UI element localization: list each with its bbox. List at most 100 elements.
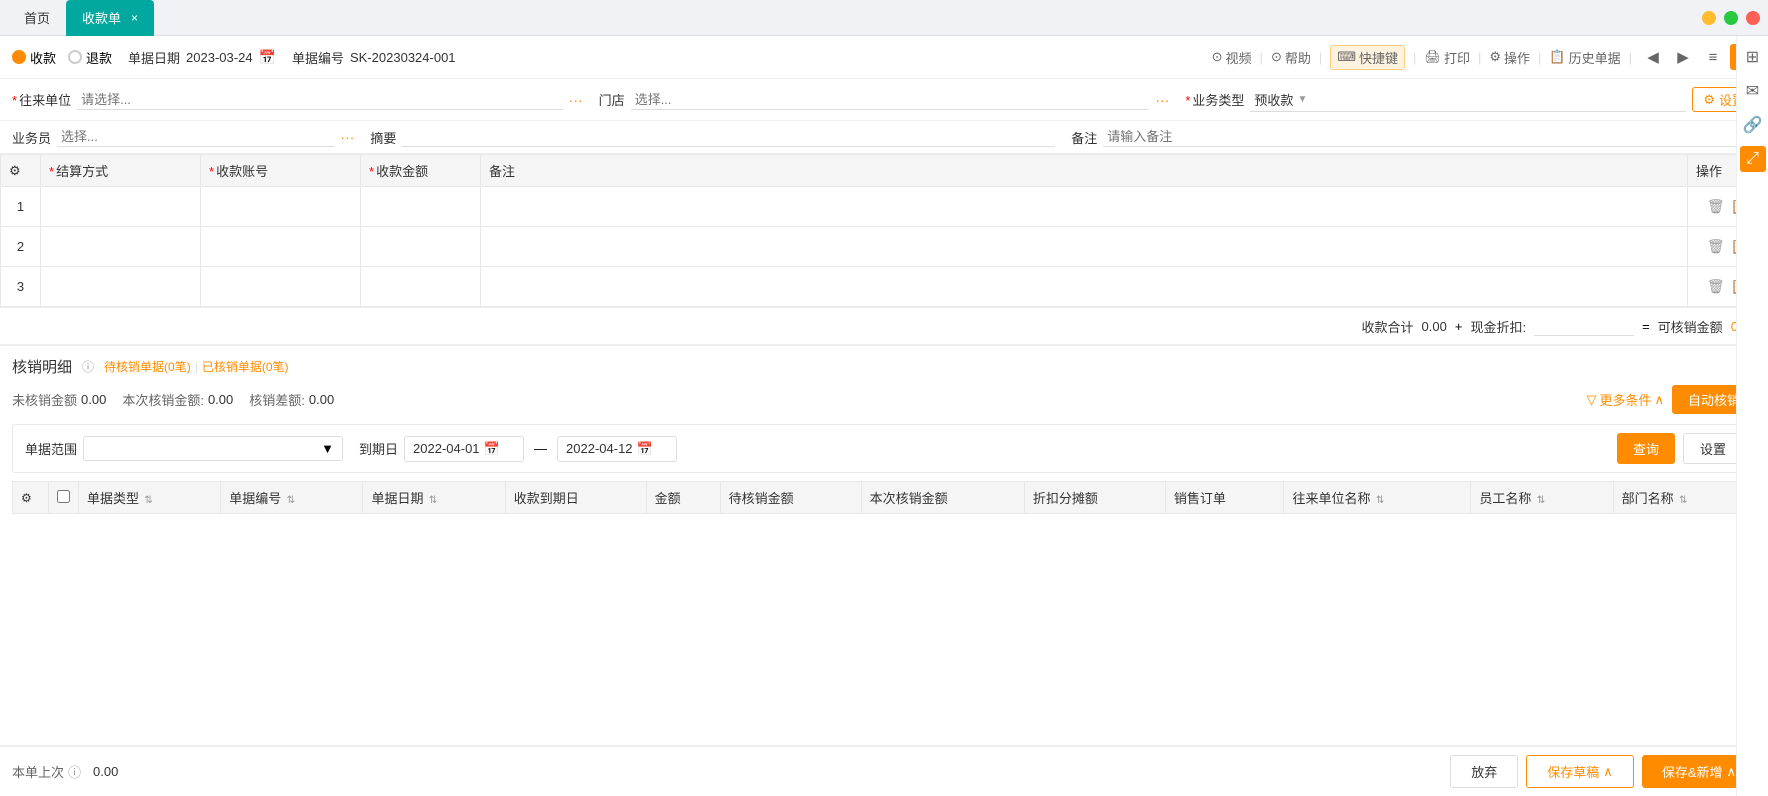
footer: 本单上次 ⓘ 0.00 放弃 保存草稿 ∧ 保存&新增 ∧: [0, 745, 1768, 796]
staff-input[interactable]: [57, 127, 334, 147]
minimize-btn[interactable]: [1702, 11, 1716, 25]
row1-settlement[interactable]: [41, 187, 201, 227]
discount-input[interactable]: [1534, 316, 1634, 336]
unverified-label: 未核销金额: [12, 390, 77, 409]
filter-row-inline: ▽ 更多条件 ∧ 自动核销: [1586, 385, 1756, 414]
bottom-col-settings[interactable]: ⚙: [13, 482, 49, 514]
footer-actions: 放弃 保存草稿 ∧ 保存&新增 ∧: [1450, 755, 1756, 788]
range-select[interactable]: ▼: [83, 436, 343, 461]
row3-account[interactable]: [201, 267, 361, 307]
partner-more-btn[interactable]: ···: [569, 92, 583, 108]
table-settings-col[interactable]: ⚙: [1, 155, 41, 187]
bottom-table: ⚙ 单据类型 ⇅ 单据编号 ⇅ 单据日期: [12, 481, 1756, 514]
shortcut-link[interactable]: ⌨ 快捷键: [1330, 45, 1405, 70]
row3-amount[interactable]: [361, 267, 481, 307]
save-chevron-icon: ∧: [1726, 764, 1736, 780]
help-icon: ⊙: [1271, 49, 1282, 65]
current-value: 0.00: [208, 392, 233, 407]
operation-link[interactable]: ⚙ 操作: [1489, 48, 1530, 67]
tab-active[interactable]: 收款单 ×: [66, 0, 154, 36]
radio-tuikuan[interactable]: 退款: [68, 48, 112, 67]
row2-amount[interactable]: [361, 227, 481, 267]
row2-remark[interactable]: [481, 227, 1688, 267]
diff-stat: 核销差额: 0.00: [249, 390, 334, 409]
remark-input[interactable]: [1103, 127, 1756, 147]
help-link[interactable]: ⊙ 帮助: [1271, 48, 1311, 67]
calendar-from-icon[interactable]: 📅: [484, 441, 500, 457]
unverified-value: 0.00: [81, 392, 106, 407]
row3-remark[interactable]: [481, 267, 1688, 307]
draft-button[interactable]: 保存草稿 ∧: [1526, 755, 1634, 788]
row3-settlement[interactable]: [41, 267, 201, 307]
info-icon[interactable]: ⓘ: [82, 358, 94, 375]
remark-field-group: 备注: [1071, 127, 1756, 147]
history-link[interactable]: 📋 历史单据: [1549, 48, 1620, 67]
staff-more-btn[interactable]: ···: [340, 129, 354, 145]
date-picker-icon[interactable]: 📅: [259, 49, 276, 66]
summary-input[interactable]: [402, 127, 1055, 147]
history-icon: 📋: [1549, 49, 1565, 65]
summary-field-group: 摘要: [370, 127, 1055, 147]
bottom-col-checkbox[interactable]: [49, 482, 79, 514]
operation-icon: ⚙: [1489, 49, 1501, 65]
store-more-btn[interactable]: ···: [1155, 92, 1169, 108]
row2-delete-icon[interactable]: 🗑: [1707, 238, 1725, 255]
select-all-checkbox[interactable]: [57, 490, 70, 503]
bottom-col-due-date: 收款到期日: [505, 482, 646, 514]
biz-type-select[interactable]: 预收款 ▼: [1250, 88, 1686, 112]
row1-delete-icon[interactable]: 🗑: [1707, 198, 1725, 215]
tab-home[interactable]: 首页: [8, 0, 66, 36]
list-icon-btn[interactable]: ≡: [1700, 44, 1726, 70]
partner-input[interactable]: [77, 90, 563, 110]
pending-tab-link[interactable]: 待核销单据(0笔): [104, 358, 191, 375]
form-header: 收款 退款 单据日期 2023-03-24 📅 单据编号 SK-20230324…: [0, 36, 1768, 79]
date-to-input[interactable]: 2022-04-12 📅: [557, 436, 677, 462]
sidebar-link-icon[interactable]: 🔗: [1740, 112, 1766, 138]
query-btn[interactable]: 查询: [1617, 433, 1675, 464]
filter-form: 单据范围 ▼ 到期日 2022-04-01 📅 — 2022-04-12 📅: [12, 424, 1756, 473]
no-label: 单据编号: [292, 48, 344, 67]
shortcut-icon: ⌨: [1337, 49, 1356, 65]
available-label: 可核销金额: [1658, 317, 1723, 336]
section-title: 核销明细 ⓘ 待核销单据(0笔) | 已核销单据(0笔): [12, 356, 1756, 377]
print-icon: 🖨: [1424, 49, 1441, 65]
footer-label: 本单上次 ⓘ: [12, 762, 81, 781]
partner-label: *往来单位: [12, 90, 71, 109]
sidebar-expand-icon[interactable]: ⤢: [1740, 146, 1766, 172]
row-num-3: 3: [1, 267, 41, 307]
row3-delete-icon[interactable]: 🗑: [1707, 278, 1725, 295]
bottom-col-type: 单据类型 ⇅: [79, 482, 221, 514]
close-btn[interactable]: [1746, 11, 1760, 25]
prev-icon-btn[interactable]: ◀: [1640, 44, 1666, 70]
table-row: 2 🗑 📋: [1, 227, 1768, 267]
sidebar-table-icon[interactable]: ⊞: [1740, 44, 1766, 70]
row1-amount[interactable]: [361, 187, 481, 227]
table-row: 1 🗑 📋: [1, 187, 1768, 227]
row2-account[interactable]: [201, 227, 361, 267]
discard-button[interactable]: 放弃: [1450, 755, 1518, 788]
range-filter-group: 单据范围 ▼: [25, 436, 343, 461]
bottom-col-date: 单据日期 ⇅: [363, 482, 505, 514]
print-link[interactable]: 🖨 打印: [1424, 48, 1470, 67]
filter-settings-btn[interactable]: 设置: [1683, 433, 1743, 464]
verified-tab-link[interactable]: 已核销单据(0笔): [202, 358, 289, 375]
maximize-btn[interactable]: [1724, 11, 1738, 25]
row1-account[interactable]: [201, 187, 361, 227]
sidebar-mail-icon[interactable]: ✉: [1740, 78, 1766, 104]
date-from-input[interactable]: 2022-04-01 📅: [404, 436, 524, 462]
radio-shoukuan[interactable]: 收款: [12, 48, 56, 67]
video-link[interactable]: ⊙ 视频: [1212, 48, 1252, 67]
date-field: 单据日期 2023-03-24 📅: [128, 48, 276, 67]
row2-settlement[interactable]: [41, 227, 201, 267]
date-to-value: 2022-04-12: [566, 441, 633, 456]
store-input[interactable]: [631, 90, 1150, 110]
due-date-filter-group: 到期日 2022-04-01 📅 — 2022-04-12 📅: [359, 436, 677, 462]
calendar-to-icon[interactable]: 📅: [637, 441, 653, 457]
row1-remark[interactable]: [481, 187, 1688, 227]
total-label: 收款合计: [1362, 317, 1414, 336]
more-conditions-link[interactable]: ▽ 更多条件 ∧: [1586, 390, 1664, 409]
range-label: 单据范围: [25, 439, 77, 458]
next-icon-btn[interactable]: ▶: [1670, 44, 1696, 70]
tab-close-icon[interactable]: ×: [131, 11, 138, 25]
bottom-col-dept: 部门名称 ⇅: [1613, 482, 1755, 514]
